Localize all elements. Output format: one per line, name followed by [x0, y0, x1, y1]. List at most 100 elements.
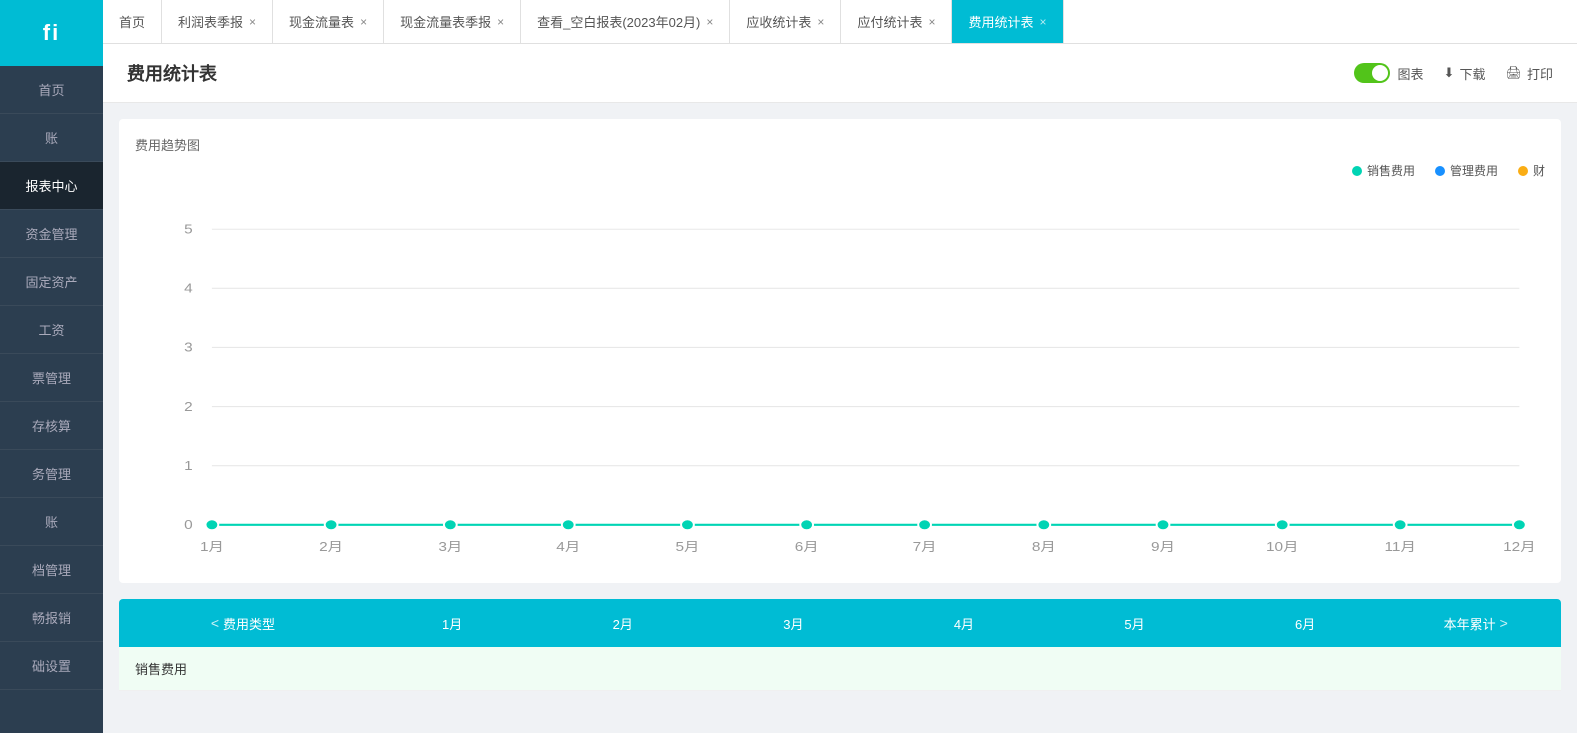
tab-receivable[interactable]: 应收统计表 ×	[730, 0, 841, 44]
sidebar-item-business[interactable]: 务管理	[0, 450, 103, 498]
prev-nav-btn[interactable]: <	[211, 615, 219, 631]
sidebar-item-expense[interactable]: 畅报销	[0, 594, 103, 642]
sidebar-item-fixed-assets[interactable]: 固定资产	[0, 258, 103, 306]
th-m2: 2月	[537, 614, 708, 633]
download-icon: ⬇	[1444, 65, 1455, 81]
chart-title: 费用趋势图	[135, 135, 1545, 154]
chart-toggle-wrap: 图表	[1354, 63, 1424, 83]
sidebar-item-inventory[interactable]: 存核算	[0, 402, 103, 450]
close-icon[interactable]: ×	[928, 15, 935, 29]
close-icon[interactable]: ×	[249, 15, 256, 29]
tab-cashflow-q[interactable]: 现金流量表季报 ×	[384, 0, 521, 44]
svg-text:4月: 4月	[556, 539, 580, 553]
close-icon[interactable]: ×	[706, 15, 713, 29]
th-m1: 1月	[367, 614, 538, 633]
chart-container: 0 1 2 3 4 5 1月 2月 3月 4月 5月 6月 7月 8月 9	[135, 187, 1545, 567]
tab-blank-report[interactable]: 查看_空白报表(2023年02月) ×	[521, 0, 730, 44]
next-nav-btn[interactable]: >	[1500, 615, 1508, 631]
th-m6-label: 6月	[1295, 614, 1315, 633]
th-m4-label: 4月	[954, 614, 974, 633]
svg-text:2月: 2月	[319, 539, 343, 553]
sidebar: fi 首页 账 报表中心 资金管理 固定资产 工资 票管理 存核算 务管理 账 …	[0, 0, 103, 733]
td-type: 销售费用	[119, 659, 373, 678]
svg-text:8月: 8月	[1032, 539, 1056, 553]
legend-dot-finance	[1518, 166, 1528, 176]
download-label: 下载	[1459, 64, 1485, 83]
main-area: 首页 利润表季报 × 现金流量表 × 现金流量表季报 × 查看_空白报表(202…	[103, 0, 1577, 733]
svg-text:5: 5	[184, 222, 193, 236]
svg-text:7月: 7月	[913, 539, 937, 553]
chart-legend: 销售费用 管理费用 财	[135, 162, 1545, 179]
legend-sales: 销售费用	[1352, 162, 1415, 179]
page-title: 费用统计表	[127, 60, 217, 86]
page-header: 费用统计表 图表 ⬇ 下载 🖨 打印	[103, 44, 1577, 103]
sidebar-item-ledger[interactable]: 账	[0, 498, 103, 546]
th-m4: 4月	[879, 614, 1050, 633]
legend-dot-sales	[1352, 166, 1362, 176]
th-m3: 3月	[708, 614, 879, 633]
table-body: 销售费用	[119, 647, 1561, 691]
sidebar-item-home[interactable]: 首页	[0, 66, 103, 114]
tab-home[interactable]: 首页	[103, 0, 162, 44]
th-m5-label: 5月	[1124, 614, 1144, 633]
sidebar-item-payroll[interactable]: 工资	[0, 306, 103, 354]
tab-expense-stats[interactable]: 费用统计表 ×	[952, 0, 1063, 44]
app-logo: fi	[0, 0, 103, 66]
svg-text:12月: 12月	[1503, 539, 1535, 553]
th-m2-label: 2月	[613, 614, 633, 633]
print-label: 打印	[1527, 64, 1553, 83]
svg-text:3: 3	[184, 340, 193, 354]
svg-text:10月: 10月	[1266, 539, 1298, 553]
svg-text:5月: 5月	[675, 539, 699, 553]
tab-cashflow[interactable]: 现金流量表 ×	[273, 0, 384, 44]
chart-toggle-label: 图表	[1398, 64, 1424, 83]
chart-section: 费用趋势图 销售费用 管理费用 财	[119, 119, 1561, 583]
th-type: < 费用类型	[119, 614, 367, 633]
legend-dot-admin	[1435, 166, 1445, 176]
content-area: 费用统计表 图表 ⬇ 下载 🖨 打印 费用趋势图	[103, 44, 1577, 733]
tab-bar: 首页 利润表季报 × 现金流量表 × 现金流量表季报 × 查看_空白报表(202…	[103, 0, 1577, 44]
svg-text:3月: 3月	[438, 539, 462, 553]
legend-label-sales: 销售费用	[1367, 162, 1415, 179]
header-actions: 图表 ⬇ 下载 🖨 打印	[1354, 63, 1553, 83]
close-icon[interactable]: ×	[497, 15, 504, 29]
sidebar-item-invoice[interactable]: 票管理	[0, 354, 103, 402]
th-ytd-label: 本年累计	[1444, 614, 1496, 633]
th-m6: 6月	[1220, 614, 1391, 633]
th-m1-label: 1月	[442, 614, 462, 633]
th-m3-label: 3月	[783, 614, 803, 633]
th-m5: 5月	[1049, 614, 1220, 633]
sidebar-item-archive[interactable]: 档管理	[0, 546, 103, 594]
svg-text:1: 1	[184, 458, 193, 472]
print-button[interactable]: 🖨 打印	[1505, 64, 1553, 83]
tab-payable[interactable]: 应付统计表 ×	[841, 0, 952, 44]
legend-admin: 管理费用	[1435, 162, 1498, 179]
svg-text:11月: 11月	[1384, 539, 1415, 553]
legend-label-admin: 管理费用	[1450, 162, 1498, 179]
chart-toggle[interactable]	[1354, 63, 1390, 83]
table-header: < 费用类型 1月 2月 3月 4月 5月	[119, 599, 1561, 647]
sidebar-item-settings[interactable]: 础设置	[0, 642, 103, 690]
sidebar-item-account[interactable]: 账	[0, 114, 103, 162]
close-icon[interactable]: ×	[817, 15, 824, 29]
svg-text:4: 4	[184, 281, 193, 295]
svg-text:9月: 9月	[1151, 539, 1175, 553]
line-chart-svg: 0 1 2 3 4 5 1月 2月 3月 4月 5月 6月 7月 8月 9	[135, 187, 1545, 567]
th-ytd: 本年累计 >	[1390, 614, 1561, 633]
th-type-label: 费用类型	[223, 614, 275, 633]
svg-text:1月: 1月	[200, 539, 224, 553]
svg-text:6月: 6月	[795, 539, 819, 553]
svg-text:0: 0	[184, 517, 193, 531]
tab-profit[interactable]: 利润表季报 ×	[162, 0, 273, 44]
sidebar-item-report[interactable]: 报表中心	[0, 162, 103, 210]
data-table-section: < 费用类型 1月 2月 3月 4月 5月	[119, 599, 1561, 691]
table-row: 销售费用	[119, 647, 1561, 691]
download-button[interactable]: ⬇ 下载	[1444, 64, 1486, 83]
sidebar-item-fund[interactable]: 资金管理	[0, 210, 103, 258]
svg-text:2: 2	[184, 399, 193, 413]
legend-finance: 财	[1518, 162, 1545, 179]
print-icon: 🖨	[1505, 65, 1522, 81]
close-icon[interactable]: ×	[360, 15, 367, 29]
close-icon[interactable]: ×	[1039, 15, 1046, 29]
legend-label-finance: 财	[1533, 162, 1545, 179]
